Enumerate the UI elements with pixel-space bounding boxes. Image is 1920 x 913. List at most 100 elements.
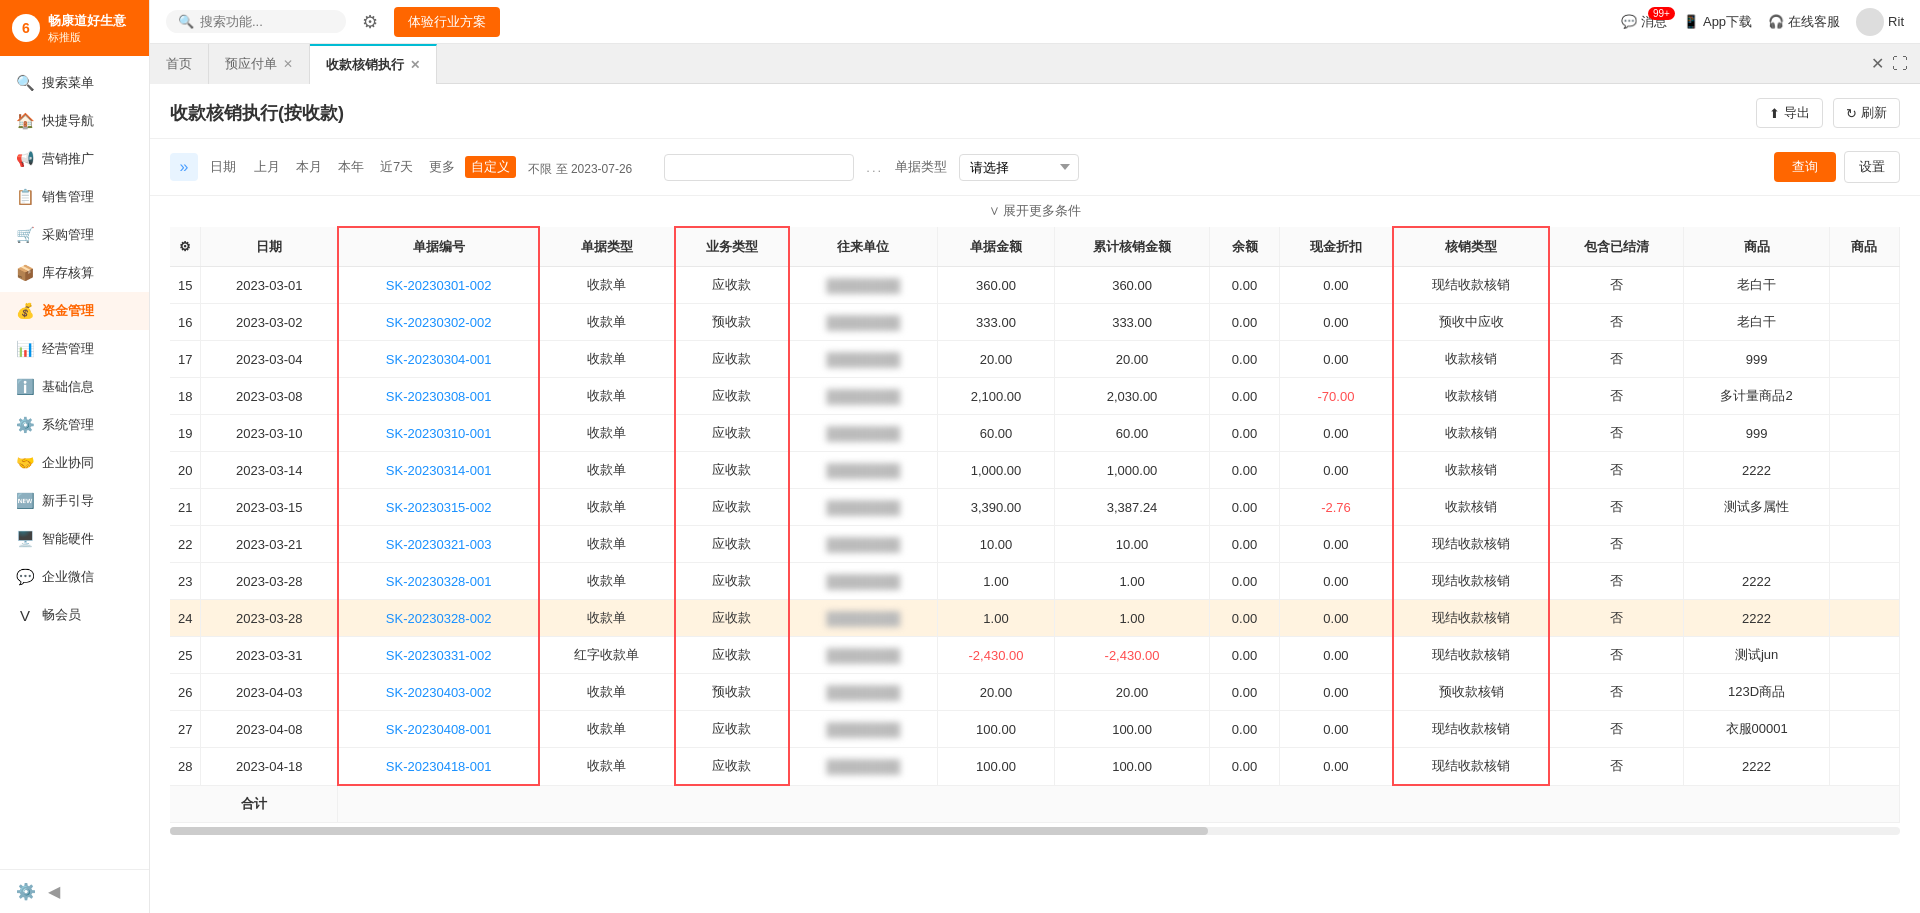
sidebar-item-base[interactable]: ℹ️基础信息 xyxy=(0,368,149,406)
last-month-btn[interactable]: 上月 xyxy=(248,155,286,179)
cell-amount: 360.00 xyxy=(937,267,1054,304)
counterpart-input[interactable] xyxy=(664,154,854,181)
voucher-type-select[interactable]: 请选择 xyxy=(959,154,1079,181)
maximize-tab-button[interactable]: ⛶ xyxy=(1892,55,1908,73)
th-settings[interactable]: ⚙ xyxy=(170,227,201,267)
cell-doc-no[interactable]: SK-20230328-001 xyxy=(338,563,539,600)
sidebar-item-purchase[interactable]: 🛒采购管理 xyxy=(0,216,149,254)
settings-icon[interactable]: ⚙️ xyxy=(16,882,36,901)
cell-doc-no[interactable]: SK-20230418-001 xyxy=(338,748,539,786)
refresh-button[interactable]: ↻ 刷新 xyxy=(1833,98,1900,128)
cell-doc-no[interactable]: SK-20230314-001 xyxy=(338,452,539,489)
cell-doc-no[interactable]: SK-20230308-001 xyxy=(338,378,539,415)
tab-close-collection[interactable]: ✕ xyxy=(410,58,420,72)
expand-more-button[interactable]: ∨ 展开更多条件 xyxy=(989,202,1082,220)
last-7days-btn[interactable]: 近7天 xyxy=(374,155,419,179)
cell-goods2 xyxy=(1829,378,1899,415)
message-button[interactable]: 💬 消息 99+ xyxy=(1621,13,1667,31)
cell-include-cleared: 否 xyxy=(1549,600,1683,637)
th-doc-type: 单据类型 xyxy=(539,227,674,267)
more-date-btn[interactable]: 更多 xyxy=(423,155,461,179)
sidebar-item-member[interactable]: V畅会员 xyxy=(0,596,149,634)
service-button[interactable]: 🎧 在线客服 xyxy=(1768,13,1840,31)
cell-biz-type: 应收款 xyxy=(675,341,789,378)
cell-balance: 0.00 xyxy=(1209,304,1279,341)
custom-date-btn[interactable]: 自定义 xyxy=(465,156,516,178)
scrollbar-track[interactable] xyxy=(170,827,1900,835)
sidebar-item-system[interactable]: ⚙️系统管理 xyxy=(0,406,149,444)
query-button[interactable]: 查询 xyxy=(1774,152,1836,182)
doc-no-link[interactable]: SK-20230328-001 xyxy=(386,574,492,589)
cell-counterpart: ████████ xyxy=(789,304,938,341)
cell-doc-no[interactable]: SK-20230301-002 xyxy=(338,267,539,304)
more-filters-dots[interactable]: ... xyxy=(866,160,883,175)
sidebar-item-inventory[interactable]: 📦库存核算 xyxy=(0,254,149,292)
doc-no-link[interactable]: SK-20230304-001 xyxy=(386,352,492,367)
voucher-type-label: 单据类型 xyxy=(895,158,947,176)
doc-no-link[interactable]: SK-20230408-001 xyxy=(386,722,492,737)
cell-discount: 0.00 xyxy=(1280,674,1393,711)
doc-no-link[interactable]: SK-20230418-001 xyxy=(386,759,492,774)
doc-no-link[interactable]: SK-20230321-003 xyxy=(386,537,492,552)
cell-doc-no[interactable]: SK-20230408-001 xyxy=(338,711,539,748)
cell-counterpart: ████████ xyxy=(789,526,938,563)
solution-button[interactable]: 体验行业方案 xyxy=(394,7,500,37)
doc-no-link[interactable]: SK-20230328-002 xyxy=(386,611,492,626)
sidebar-item-marketing[interactable]: 📢营销推广 xyxy=(0,140,149,178)
user-avatar[interactable]: Rit xyxy=(1856,8,1904,36)
purchase-icon: 🛒 xyxy=(16,226,34,244)
gear-icon[interactable]: ⚙ xyxy=(362,11,378,33)
cell-date: 2023-03-21 xyxy=(201,526,338,563)
cell-doc-no[interactable]: SK-20230328-002 xyxy=(338,600,539,637)
member-icon: V xyxy=(16,606,34,624)
doc-no-link[interactable]: SK-20230302-002 xyxy=(386,315,492,330)
search-input[interactable] xyxy=(200,14,320,29)
close-tab-button[interactable]: ✕ xyxy=(1871,54,1884,73)
cell-doc-no[interactable]: SK-20230302-002 xyxy=(338,304,539,341)
this-month-btn[interactable]: 本月 xyxy=(290,155,328,179)
doc-no-link[interactable]: SK-20230308-001 xyxy=(386,389,492,404)
app-download-button[interactable]: 📱 App下载 xyxy=(1683,13,1752,31)
cell-doc-no[interactable]: SK-20230403-002 xyxy=(338,674,539,711)
doc-no-link[interactable]: SK-20230301-002 xyxy=(386,278,492,293)
collapse-icon[interactable]: ◀ xyxy=(48,882,60,901)
shortcut-icon: 🏠 xyxy=(16,112,34,130)
filter-settings-button[interactable]: 设置 xyxy=(1844,151,1900,183)
cell-amount: 20.00 xyxy=(937,341,1054,378)
doc-no-link[interactable]: SK-20230315-002 xyxy=(386,500,492,515)
sidebar-item-search[interactable]: 🔍搜索菜单 xyxy=(0,64,149,102)
tab-home[interactable]: 首页 xyxy=(150,44,209,84)
tab-label: 预应付单 xyxy=(225,55,277,73)
cell-biz-type: 应收款 xyxy=(675,267,789,304)
sidebar-item-wechat[interactable]: 💬企业微信 xyxy=(0,558,149,596)
cell-doc-no[interactable]: SK-20230321-003 xyxy=(338,526,539,563)
doc-no-link[interactable]: SK-20230403-002 xyxy=(386,685,492,700)
sidebar-item-shortcut[interactable]: 🏠快捷导航 xyxy=(0,102,149,140)
export-button[interactable]: ⬆ 导出 xyxy=(1756,98,1823,128)
sidebar-item-finance[interactable]: 💰资金管理 xyxy=(0,292,149,330)
tab-prepay[interactable]: 预应付单 ✕ xyxy=(209,44,310,84)
cell-counterpart: ████████ xyxy=(789,415,938,452)
cell-doc-no[interactable]: SK-20230331-002 xyxy=(338,637,539,674)
sidebar-item-sales[interactable]: 📋销售管理 xyxy=(0,178,149,216)
tab-collection[interactable]: 收款核销执行✕ xyxy=(310,44,437,84)
cell-goods2 xyxy=(1829,267,1899,304)
sidebar-item-operation[interactable]: 📊经营管理 xyxy=(0,330,149,368)
th-discount: 现金折扣 xyxy=(1280,227,1393,267)
sidebar-item-hardware[interactable]: 🖥️智能硬件 xyxy=(0,520,149,558)
cell-doc-no[interactable]: SK-20230304-001 xyxy=(338,341,539,378)
doc-no-link[interactable]: SK-20230314-001 xyxy=(386,463,492,478)
this-year-btn[interactable]: 本年 xyxy=(332,155,370,179)
tab-close-prepay[interactable]: ✕ xyxy=(283,57,293,71)
cell-biz-type: 预收款 xyxy=(675,674,789,711)
hardware-icon: 🖥️ xyxy=(16,530,34,548)
doc-no-link[interactable]: SK-20230331-002 xyxy=(386,648,492,663)
scrollbar-thumb[interactable] xyxy=(170,827,1208,835)
cell-doc-no[interactable]: SK-20230315-002 xyxy=(338,489,539,526)
sidebar-item-guide[interactable]: 🆕新手引导 xyxy=(0,482,149,520)
cell-no: 26 xyxy=(170,674,201,711)
doc-no-link[interactable]: SK-20230310-001 xyxy=(386,426,492,441)
filter-expand-button[interactable]: » xyxy=(170,153,198,181)
cell-doc-no[interactable]: SK-20230310-001 xyxy=(338,415,539,452)
sidebar-item-corp[interactable]: 🤝企业协同 xyxy=(0,444,149,482)
